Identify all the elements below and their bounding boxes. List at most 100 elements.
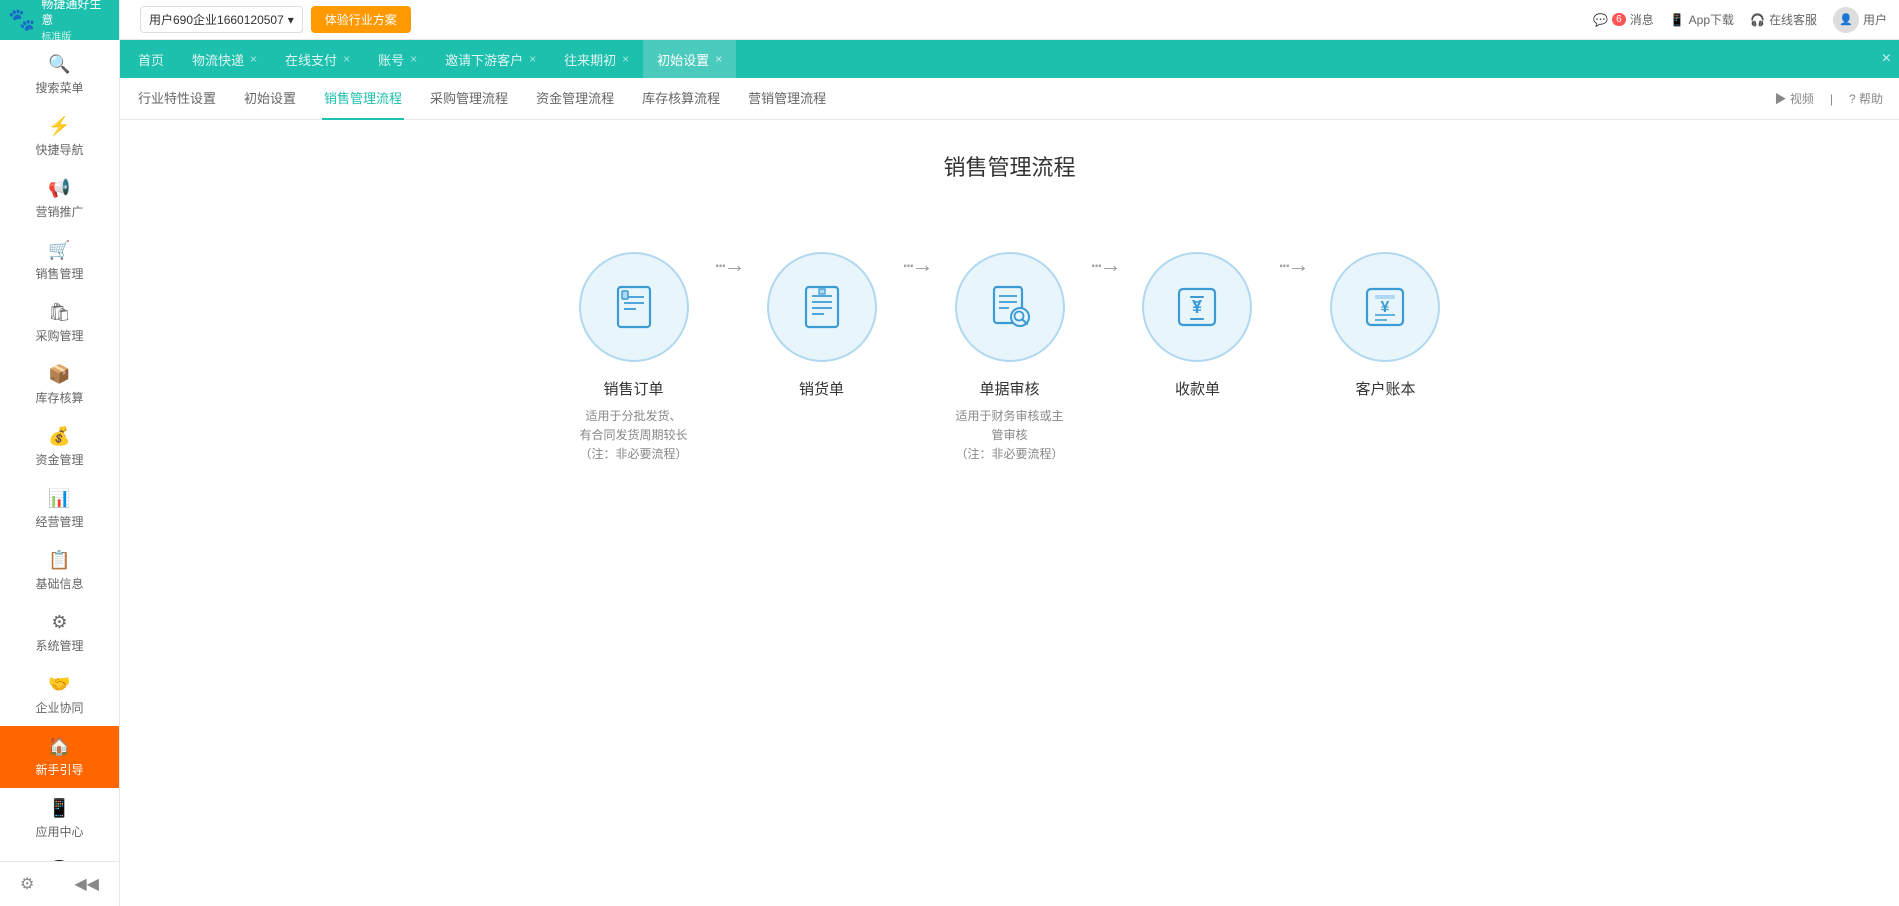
nav-tab-invite[interactable]: 邀请下游客户 × (431, 40, 550, 78)
sub-tab-marketing-flow[interactable]: 营销管理流程 (746, 78, 828, 120)
flow-label-sales-invoice: 销货单 (799, 378, 844, 399)
close-icon[interactable]: × (410, 52, 417, 66)
sidebar-item-inventory[interactable]: 📦库存核算 (0, 354, 119, 416)
flow-circle-sales-order (579, 252, 689, 362)
user-name-label: 用户 (1863, 11, 1887, 28)
flow-label-sales-order: 销售订单 (604, 378, 664, 399)
collapse-icon[interactable]: ◀◀ (66, 870, 107, 898)
flow-item-customer-account: ¥ 客户账本 (1305, 252, 1465, 407)
flow-circle-doc-review (955, 252, 1065, 362)
nav-tab-period[interactable]: 往来期初 × (550, 40, 643, 78)
flow-item-receipt: ¥ 收款单 (1117, 252, 1277, 407)
sidebar-label-system: 系统管理 (35, 637, 83, 654)
sub-tab-purchase-flow[interactable]: 采购管理流程 (428, 78, 510, 120)
flow-label-receipt: 收款单 (1175, 378, 1220, 399)
svg-text:¥: ¥ (1192, 297, 1202, 317)
flow-item-sales-order: 销售订单 适用于分批发货、有合同发货周期较长（注：非必要流程） (554, 252, 714, 465)
sidebar-item-purchase[interactable]: 🛍采购管理 (0, 292, 119, 354)
nav-tab-init[interactable]: 初始设置 × (643, 40, 736, 78)
newguide-icon: 🏠 (48, 736, 70, 757)
svg-text:¥: ¥ (1381, 299, 1390, 316)
sidebar-item-sales[interactable]: 🛒 销售管理 (0, 230, 119, 292)
flow-label-doc-review: 单据审核 (979, 378, 1039, 399)
sub-tab-industry[interactable]: 行业特性设置 (136, 78, 218, 120)
content-area: 销售管理流程 销售订单 适用于分批发货、有合同发货周期较长（注：非必要流程） (120, 120, 1899, 535)
app-label: App下载 (1689, 11, 1734, 28)
sidebar-item-system[interactable]: ⚙系统管理 (0, 602, 119, 664)
settings-icon[interactable]: ⚙ (12, 870, 42, 898)
user-avatar-item[interactable]: 👤 用户 (1833, 7, 1887, 33)
sales-icon: 🛒 (48, 240, 70, 261)
operations-icon: 📊 (48, 488, 70, 509)
arrow-2: ···→ (902, 252, 930, 368)
sidebar-label-newguide: 新手引导 (35, 761, 83, 778)
sidebar-label-operations: 经营管理 (35, 513, 83, 530)
top-bar-right: 💬 6 消息 📱 App下载 🎧 在线客服 👤 用户 (1593, 7, 1887, 33)
sub-tabs-right: ▶ 视频 | ? 帮助 (1775, 90, 1883, 107)
close-icon[interactable]: × (250, 52, 257, 66)
collab-icon: 🤝 (48, 674, 70, 695)
sidebar-item-collab[interactable]: 🤝 企业协同 (0, 664, 119, 726)
sidebar-menu: 🔍搜索菜单⚡快捷导航 📢 营销推广 🛒 销售管理 🛍采购管理📦库存核算 💰 资金管理 📊 经营管理… (0, 40, 119, 861)
phone-icon: 📱 (1670, 13, 1685, 27)
sidebar-item-basic[interactable]: 📋基础信息 (0, 540, 119, 602)
sidebar-label-sales: 销售管理 (35, 265, 83, 282)
app-download-item[interactable]: 📱 App下载 (1670, 11, 1734, 28)
sidebar-bottom: ⚙ ◀◀ (0, 861, 119, 906)
close-icon[interactable]: × (715, 52, 722, 66)
nav-tab-account[interactable]: 账号 × (364, 40, 431, 78)
arrow-3: ···→ (1090, 252, 1118, 368)
message-label: 消息 (1630, 11, 1654, 28)
sidebar-item-operations[interactable]: 📊 经营管理 (0, 478, 119, 540)
close-icon[interactable]: × (343, 52, 350, 66)
sidebar-item-appstore[interactable]: 📱应用中心 (0, 788, 119, 850)
headset-icon: 🎧 (1750, 13, 1765, 27)
message-badge: 6 (1612, 13, 1626, 26)
sidebar-label-marketing: 营销推广 (35, 203, 83, 220)
video-link[interactable]: ▶ 视频 (1775, 90, 1814, 107)
nav-tab-home[interactable]: 首页 (124, 40, 178, 78)
sidebar-label-quicknav: 快捷导航 (35, 141, 83, 158)
sub-tab-finance-flow[interactable]: 资金管理流程 (534, 78, 616, 120)
arrow-1: ···→ (714, 252, 742, 368)
sub-tab-init[interactable]: 初始设置 (242, 78, 298, 120)
close-icon[interactable]: × (622, 52, 629, 66)
sidebar-item-marketing[interactable]: 📢 营销推广 (0, 168, 119, 230)
appstore-icon: 📱 (48, 798, 70, 819)
customer-account-icon: ¥ (1359, 281, 1411, 333)
sidebar-item-newguide[interactable]: 🏠 新手引导 (0, 726, 119, 788)
service-label: 在线客服 (1769, 11, 1817, 28)
page-title: 销售管理流程 (140, 150, 1879, 182)
sidebar-item-wechat[interactable]: 💬企业微信 (0, 850, 119, 861)
nav-tab-payment[interactable]: 在线支付 × (271, 40, 364, 78)
sub-tab-sales-flow[interactable]: 销售管理流程 (322, 78, 404, 120)
message-item[interactable]: 💬 6 消息 (1593, 11, 1654, 28)
sidebar-label-collab: 企业协同 (35, 699, 83, 716)
finance-icon: 💰 (48, 426, 70, 447)
flow-desc-doc-review: 适用于财务审核或主管审核（注：非必要流程） (955, 407, 1063, 465)
trial-button[interactable]: 体验行业方案 (311, 6, 411, 33)
search-icon: 🔍 (48, 54, 70, 75)
nav-tab-logistics[interactable]: 物流快递 × (178, 40, 271, 78)
sidebar-item-finance[interactable]: 💰 资金管理 (0, 416, 119, 478)
purchase-icon: 🛍 (48, 302, 71, 323)
close-all-tabs-button[interactable]: × (1882, 50, 1891, 68)
flow-desc-sales-order: 适用于分批发货、有合同发货周期较长（注：非必要流程） (580, 407, 688, 465)
arrow-4: ···→ (1277, 252, 1305, 368)
sidebar-label-finance: 资金管理 (35, 451, 83, 468)
service-item[interactable]: 🎧 在线客服 (1750, 11, 1817, 28)
sidebar-label-basic: 基础信息 (35, 575, 83, 592)
marketing-icon: 📢 (48, 178, 70, 199)
sub-tab-inventory-flow[interactable]: 库存核算流程 (640, 78, 722, 120)
sidebar-item-search[interactable]: 🔍搜索菜单 (0, 44, 119, 106)
avatar: 👤 (1833, 7, 1859, 33)
nav-tabs: 首页 物流快递 × 在线支付 × 账号 × 邀请下游客户 × 往来期初 × 初始… (120, 40, 1899, 78)
flow-item-doc-review: 单据审核 适用于财务审核或主管审核（注：非必要流程） (930, 252, 1090, 465)
sales-order-icon (608, 281, 660, 333)
doc-review-icon (984, 281, 1036, 333)
sidebar-item-quicknav[interactable]: ⚡快捷导航 (0, 106, 119, 168)
close-icon[interactable]: × (529, 52, 536, 66)
help-link[interactable]: ? 帮助 (1849, 90, 1883, 107)
user-select[interactable]: 用户690企业1660120507 ▾ (140, 6, 303, 33)
main-content: 行业特性设置 初始设置 销售管理流程 采购管理流程 资金管理流程 库存核算流程 … (120, 78, 1899, 906)
